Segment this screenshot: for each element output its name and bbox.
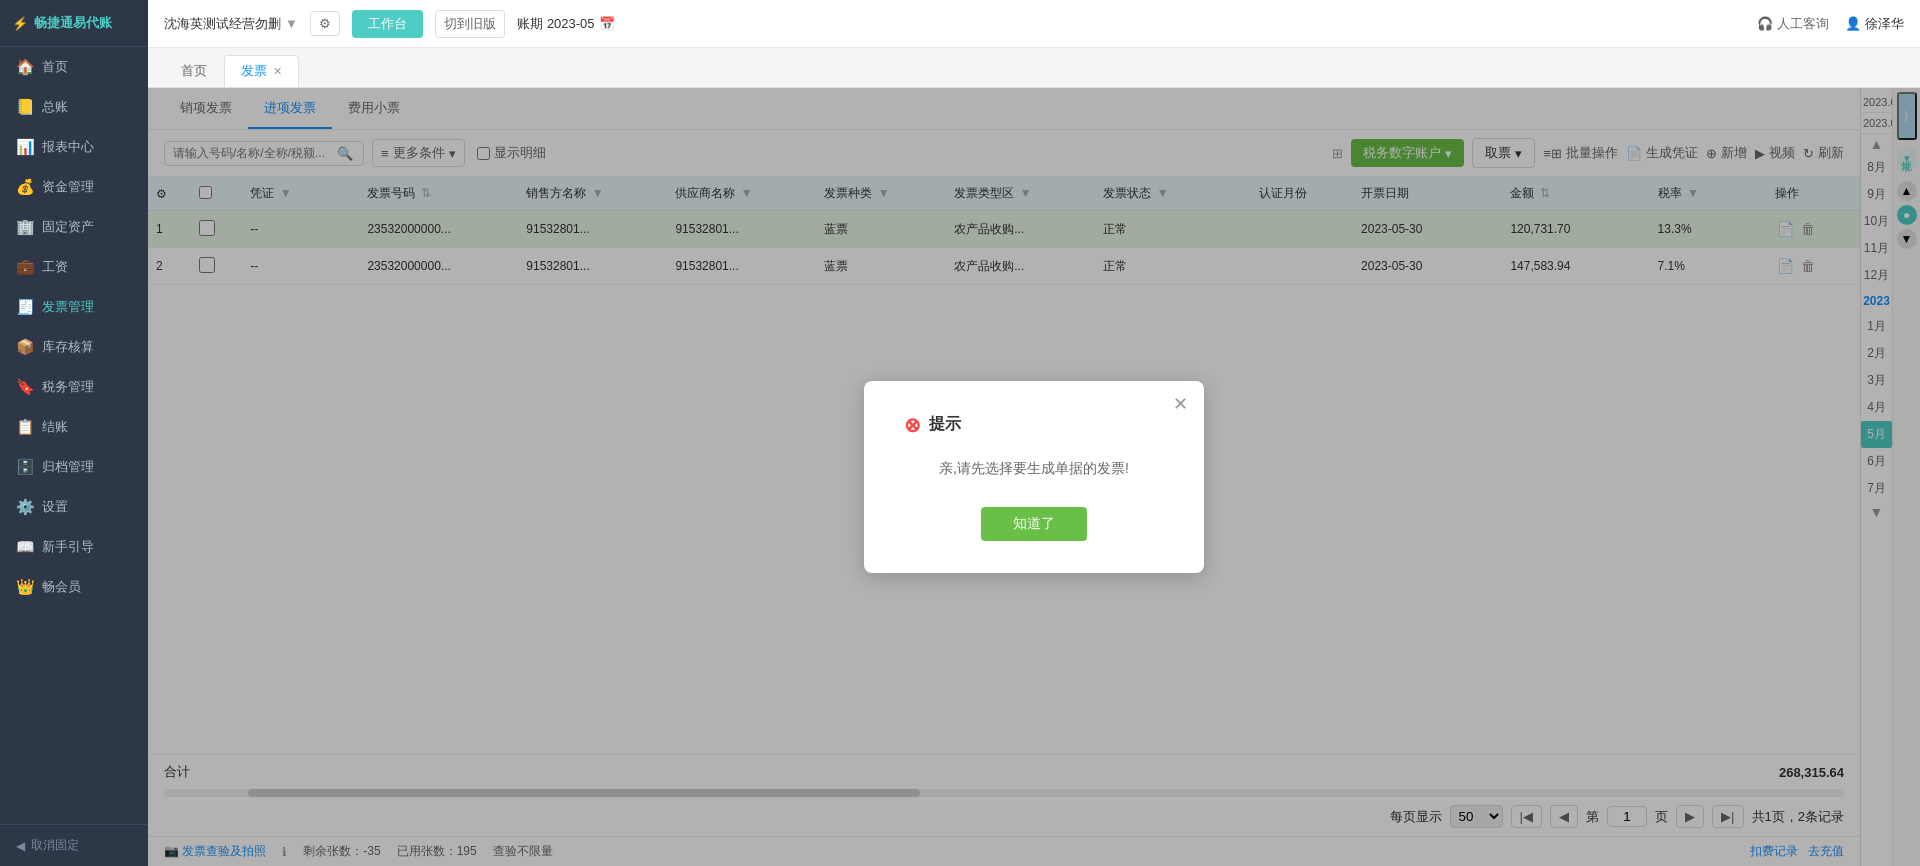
assets-icon: 🏢 (16, 218, 34, 236)
user-menu[interactable]: 👤 徐泽华 (1845, 15, 1904, 33)
archive-icon: 🗄️ (16, 458, 34, 476)
period-label: 账期 (517, 15, 543, 33)
invoice-icon: 🧾 (16, 298, 34, 316)
member-icon: 👑 (16, 578, 34, 596)
period-value: 2023-05 (547, 16, 595, 31)
switch-version-button[interactable]: 切到旧版 (435, 10, 505, 38)
period-display: 账期 2023-05 📅 (517, 15, 615, 33)
logo-text: 畅捷通易代账 (34, 14, 112, 32)
sidebar-label-home: 首页 (42, 58, 68, 76)
sidebar-nav: 🏠 首页 📒 总账 📊 报表中心 💰 资金管理 🏢 固定资产 💼 工资 (0, 47, 148, 824)
sidebar-item-inventory[interactable]: 📦 库存核算 (0, 327, 148, 367)
tab-invoice-label: 发票 (241, 62, 267, 80)
warning-icon: ⊗ (904, 413, 921, 437)
ledger-icon: 📒 (16, 98, 34, 116)
tabbar: 首页 发票 ✕ (148, 48, 1920, 88)
unpin-label: 取消固定 (31, 837, 79, 854)
workspace-button[interactable]: 工作台 (352, 10, 423, 38)
sidebar: ⚡ 畅捷通易代账 🏠 首页 📒 总账 📊 报表中心 💰 资金管理 🏢 固 (0, 0, 148, 866)
sidebar-item-ledger[interactable]: 📒 总账 (0, 87, 148, 127)
sidebar-label-guide: 新手引导 (42, 538, 94, 556)
service-label: 人工客询 (1777, 15, 1829, 33)
sidebar-item-funds[interactable]: 💰 资金管理 (0, 167, 148, 207)
sidebar-label-closing: 结账 (42, 418, 68, 436)
main-area: 沈海英测试经营勿删 ▼ ⚙ 工作台 切到旧版 账期 2023-05 📅 🎧 人工… (148, 0, 1920, 866)
modal-ok-button[interactable]: 知道了 (981, 507, 1087, 541)
sidebar-item-closing[interactable]: 📋 结账 (0, 407, 148, 447)
settings-icon: ⚙️ (16, 498, 34, 516)
sidebar-footer-unpin[interactable]: ◀ 取消固定 (0, 824, 148, 866)
guide-icon: 📖 (16, 538, 34, 556)
sidebar-label-funds: 资金管理 (42, 178, 94, 196)
sidebar-label-salary: 工资 (42, 258, 68, 276)
content-area: 销项发票 进项发票 费用小票 🔍 ≡ (148, 88, 1920, 866)
company-settings-button[interactable]: ⚙ (310, 11, 340, 36)
logo-icon: ⚡ (12, 16, 28, 31)
sidebar-item-guide[interactable]: 📖 新手引导 (0, 527, 148, 567)
topbar-right: 🎧 人工客询 👤 徐泽华 (1757, 15, 1904, 33)
pin-icon: ◀ (16, 839, 25, 853)
sidebar-item-settings[interactable]: ⚙️ 设置 (0, 487, 148, 527)
user-name: 徐泽华 (1865, 15, 1904, 33)
sidebar-item-archive[interactable]: 🗄️ 归档管理 (0, 447, 148, 487)
sidebar-label-archive: 归档管理 (42, 458, 94, 476)
sidebar-logo: ⚡ 畅捷通易代账 (0, 0, 148, 47)
sidebar-item-home[interactable]: 🏠 首页 (0, 47, 148, 87)
inventory-icon: 📦 (16, 338, 34, 356)
chevron-down-icon: ▼ (285, 16, 298, 31)
company-name: 沈海英测试经营勿删 (164, 15, 281, 33)
modal-footer: 知道了 (904, 507, 1164, 541)
sidebar-label-member: 畅会员 (42, 578, 81, 596)
tab-home[interactable]: 首页 (164, 55, 224, 87)
sidebar-label-inventory: 库存核算 (42, 338, 94, 356)
sidebar-item-reports[interactable]: 📊 报表中心 (0, 127, 148, 167)
sidebar-item-tax[interactable]: 🔖 税务管理 (0, 367, 148, 407)
tab-close-icon[interactable]: ✕ (273, 65, 282, 78)
customer-service-button[interactable]: 🎧 人工客询 (1757, 15, 1829, 33)
tab-home-label: 首页 (181, 62, 207, 80)
tab-invoice[interactable]: 发票 ✕ (224, 55, 299, 87)
modal-close-button[interactable]: ✕ (1173, 393, 1188, 415)
user-avatar-icon: 👤 (1845, 16, 1861, 31)
salary-icon: 💼 (16, 258, 34, 276)
reports-icon: 📊 (16, 138, 34, 156)
tax-icon: 🔖 (16, 378, 34, 396)
sidebar-label-tax: 税务管理 (42, 378, 94, 396)
calendar-icon[interactable]: 📅 (599, 16, 615, 31)
closing-icon: 📋 (16, 418, 34, 436)
modal-title: ⊗ 提示 (904, 413, 1164, 437)
sidebar-label-assets: 固定资产 (42, 218, 94, 236)
sidebar-label-settings: 设置 (42, 498, 68, 516)
prompt-dialog: ✕ ⊗ 提示 亲,请先选择要生成单据的发票! 知道了 (864, 381, 1204, 573)
modal-message: 亲,请先选择要生成单据的发票! (904, 457, 1164, 479)
headset-icon: 🎧 (1757, 16, 1773, 31)
funds-icon: 💰 (16, 178, 34, 196)
sidebar-label-invoice: 发票管理 (42, 298, 94, 316)
company-selector[interactable]: 沈海英测试经营勿删 ▼ (164, 15, 298, 33)
topbar: 沈海英测试经营勿删 ▼ ⚙ 工作台 切到旧版 账期 2023-05 📅 🎧 人工… (148, 0, 1920, 48)
modal-title-text: 提示 (929, 414, 961, 435)
sidebar-label-reports: 报表中心 (42, 138, 94, 156)
sidebar-label-ledger: 总账 (42, 98, 68, 116)
sidebar-item-invoice[interactable]: 🧾 发票管理 (0, 287, 148, 327)
home-icon: 🏠 (16, 58, 34, 76)
sidebar-item-member[interactable]: 👑 畅会员 (0, 567, 148, 607)
sidebar-item-assets[interactable]: 🏢 固定资产 (0, 207, 148, 247)
modal-overlay: ✕ ⊗ 提示 亲,请先选择要生成单据的发票! 知道了 (148, 88, 1920, 866)
sidebar-item-salary[interactable]: 💼 工资 (0, 247, 148, 287)
